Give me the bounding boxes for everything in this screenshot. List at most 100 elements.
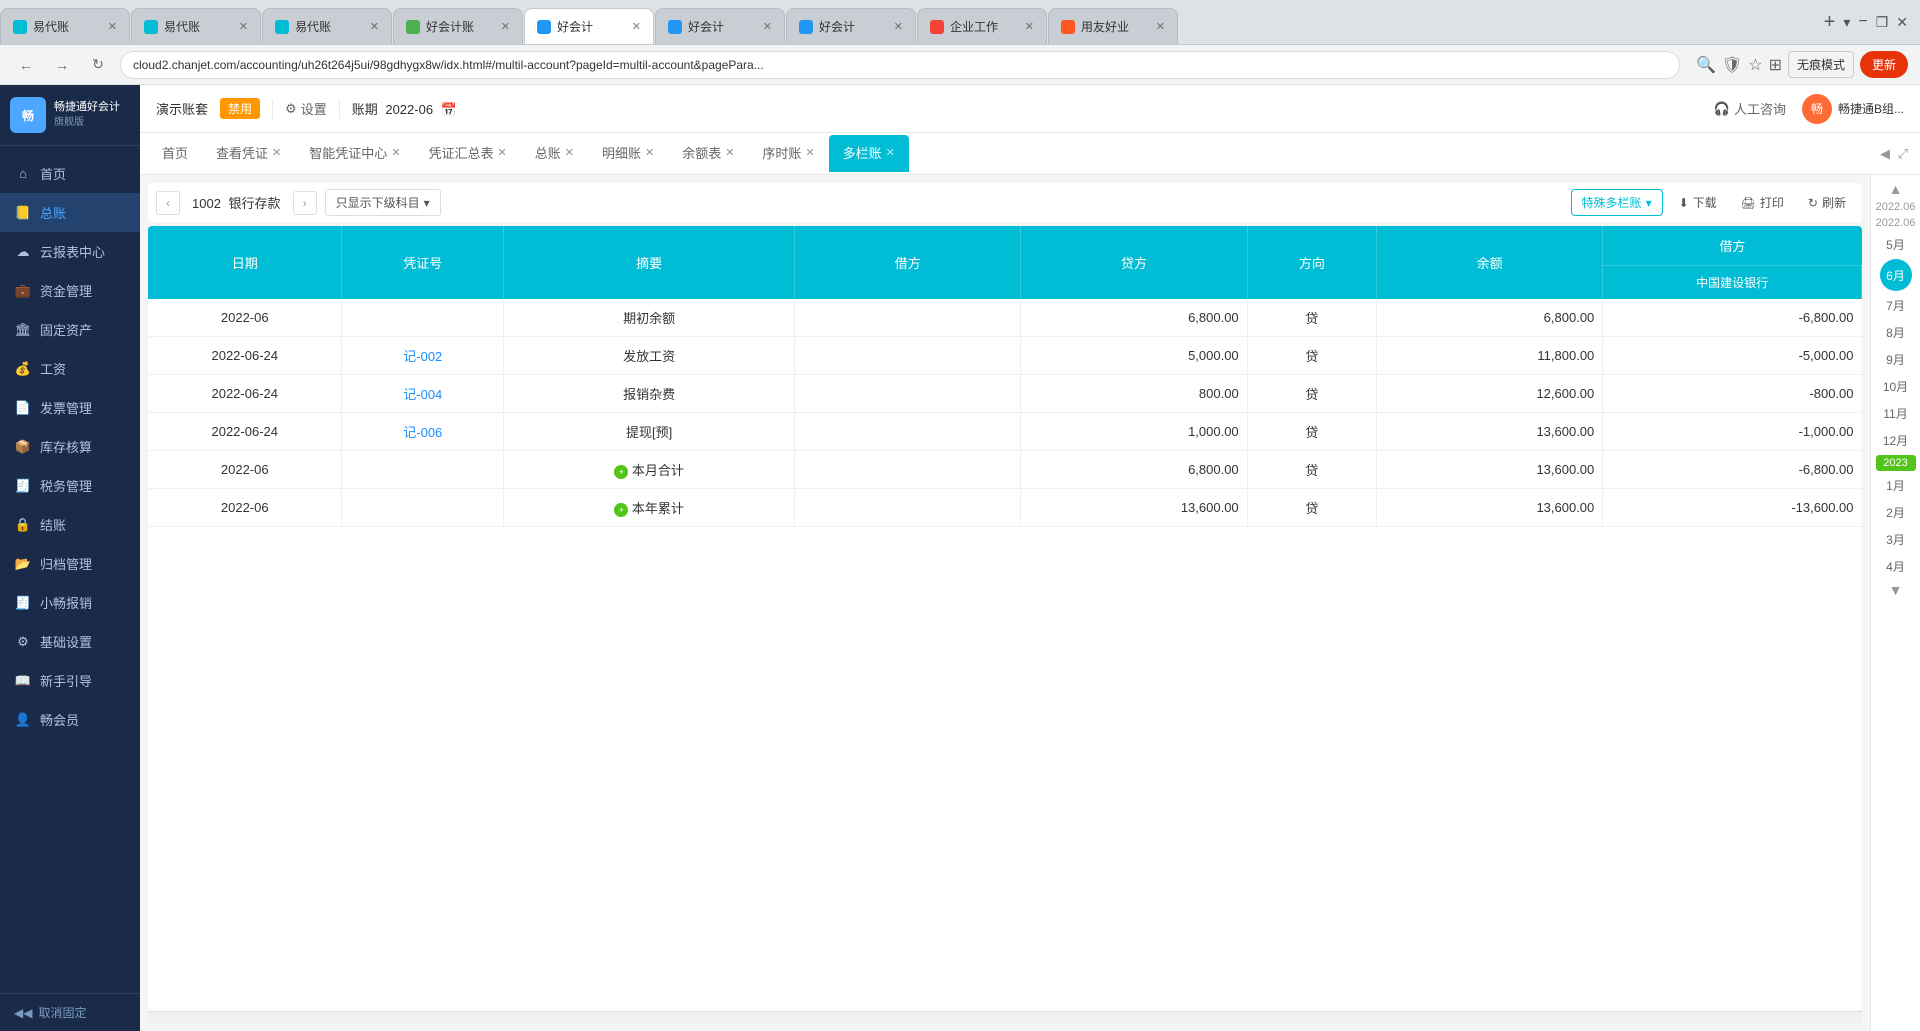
- star-icon[interactable]: ☆: [1748, 55, 1762, 75]
- month-item-8月[interactable]: 8月: [1876, 320, 1916, 345]
- content-tab-detail[interactable]: 明细账 ✕: [588, 135, 668, 172]
- browser-tab-t6[interactable]: 好会计 ✕: [655, 8, 785, 44]
- browser-tab-t4[interactable]: 好会计账 ✕: [393, 8, 523, 44]
- cell-voucher-1[interactable]: 记-002: [342, 337, 504, 375]
- close-btn[interactable]: ✕: [1896, 14, 1908, 31]
- tab-close-icon[interactable]: ✕: [501, 20, 510, 33]
- browser-tab-t7[interactable]: 好会计 ✕: [786, 8, 916, 44]
- month-item-12月[interactable]: 12月: [1876, 428, 1916, 453]
- account-prev-btn[interactable]: ‹: [156, 191, 180, 215]
- content-tab-close-sequence[interactable]: ✕: [805, 146, 814, 159]
- download-btn[interactable]: ⬇ 下载: [1671, 190, 1725, 215]
- update-btn[interactable]: 更新: [1860, 51, 1908, 78]
- content-tab-close-balance[interactable]: ✕: [725, 146, 734, 159]
- tab-close-icon[interactable]: ✕: [894, 20, 903, 33]
- maximize-btn[interactable]: ❐: [1876, 14, 1889, 31]
- reload-btn[interactable]: ↻: [84, 51, 112, 79]
- tab-close-icon[interactable]: ✕: [1156, 20, 1165, 33]
- shield-icon[interactable]: 🛡: [1722, 55, 1742, 75]
- tab-close-icon[interactable]: ✕: [763, 20, 772, 33]
- sidebar-item-home[interactable]: ⌂ 首页: [0, 154, 140, 193]
- month-item-5月[interactable]: 5月: [1876, 232, 1916, 257]
- sidebar-item-expense[interactable]: 🧾 小畅报销: [0, 583, 140, 622]
- support-btn[interactable]: 🎧 人工咨询: [1714, 99, 1786, 118]
- tab-close-icon[interactable]: ✕: [239, 20, 248, 33]
- month-scroll-down[interactable]: ▼: [1880, 580, 1912, 600]
- month-item-7月[interactable]: 7月: [1876, 293, 1916, 318]
- address-bar-row: ← → ↻ 🔍 🛡 ☆ ⊞ 无痕模式 更新: [0, 45, 1920, 85]
- user-avatar[interactable]: 畅: [1802, 94, 1832, 124]
- address-input[interactable]: [120, 51, 1680, 79]
- tab-close-icon[interactable]: ✕: [632, 20, 641, 33]
- account-next-btn[interactable]: ›: [293, 191, 317, 215]
- refresh-btn[interactable]: ↻ 刷新: [1800, 190, 1854, 215]
- month-year-2023[interactable]: 2023: [1876, 455, 1916, 471]
- browser-tab-t1[interactable]: 易代账 ✕: [0, 8, 130, 44]
- tab-close-icon[interactable]: ✕: [370, 20, 379, 33]
- content-tab-close-summary[interactable]: ✕: [498, 146, 507, 159]
- content-tab-vouchers[interactable]: 查看凭证 ✕: [202, 135, 295, 172]
- calendar-icon[interactable]: 📅: [441, 102, 457, 117]
- month-item-2023-2月[interactable]: 2月: [1876, 500, 1916, 525]
- browser-tab-t9[interactable]: 用友好业 ✕: [1048, 8, 1178, 44]
- settings-btn[interactable]: ⚙ 设置: [285, 99, 327, 118]
- sidebar-item-payroll[interactable]: 💰 工资: [0, 349, 140, 388]
- filter-btn[interactable]: 只显示下级科目 ▾: [325, 189, 441, 216]
- sidebar-item-ledger[interactable]: 📒 总账: [0, 193, 140, 232]
- cell-voucher-3[interactable]: 记-006: [342, 413, 504, 451]
- month-item-10月[interactable]: 10月: [1876, 374, 1916, 399]
- sidebar-item-funds[interactable]: 💼 资金管理: [0, 271, 140, 310]
- content-tab-close-vouchers[interactable]: ✕: [272, 146, 281, 159]
- sidebar-item-member[interactable]: 👤 畅会员: [0, 700, 140, 739]
- month-scroll-up[interactable]: ▲: [1880, 179, 1912, 199]
- month-item-2023-3月[interactable]: 3月: [1876, 527, 1916, 552]
- sidebar-item-archive[interactable]: 📂 归档管理: [0, 544, 140, 583]
- content-tab-multi[interactable]: 多栏账 ✕: [829, 135, 909, 172]
- cell-voucher-2[interactable]: 记-004: [342, 375, 504, 413]
- tab-close-icon[interactable]: ✕: [108, 20, 117, 33]
- content-tab-sequence[interactable]: 序时账 ✕: [748, 135, 828, 172]
- content-tab-close-multi[interactable]: ✕: [886, 146, 895, 159]
- month-item-2023-4月[interactable]: 4月: [1876, 554, 1916, 579]
- extension-icon[interactable]: ⊞: [1769, 55, 1782, 75]
- tab-close-icon[interactable]: ✕: [1025, 20, 1034, 33]
- bottom-scrollbar[interactable]: [148, 1011, 1862, 1023]
- demo-badge-btn[interactable]: 禁用: [220, 98, 260, 119]
- sidebar-item-invoice[interactable]: 📄 发票管理: [0, 388, 140, 427]
- month-item-9月[interactable]: 9月: [1876, 347, 1916, 372]
- tab-new-btn[interactable]: +: [1824, 12, 1836, 32]
- browser-tab-t2[interactable]: 易代账 ✕: [131, 8, 261, 44]
- month-item-active[interactable]: 6月: [1880, 259, 1912, 291]
- sidebar-item-tax[interactable]: 🧾 税务管理: [0, 466, 140, 505]
- month-item-11月[interactable]: 11月: [1876, 401, 1916, 426]
- browser-tab-t3[interactable]: 易代账 ✕: [262, 8, 392, 44]
- sidebar-item-reports[interactable]: ☁ 云报表中心: [0, 232, 140, 271]
- sidebar-item-closing[interactable]: 🔒 结账: [0, 505, 140, 544]
- browser-tab-t5[interactable]: 好会计 ✕: [524, 8, 654, 44]
- sidebar-item-settings[interactable]: ⚙ 基础设置: [0, 622, 140, 661]
- content-tab-general[interactable]: 总账 ✕: [521, 135, 588, 172]
- special-multi-btn[interactable]: 特殊多栏账 ▾: [1571, 189, 1663, 216]
- browser-tab-t8[interactable]: 企业工作 ✕: [917, 8, 1047, 44]
- forward-btn[interactable]: →: [48, 51, 76, 79]
- search-icon[interactable]: 🔍: [1696, 55, 1716, 75]
- sidebar-item-assets[interactable]: 🏛 固定资产: [0, 310, 140, 349]
- incognito-mode-btn[interactable]: 无痕模式: [1788, 51, 1854, 78]
- content-tab-smart[interactable]: 智能凭证中心 ✕: [295, 135, 414, 172]
- tab-list-btn[interactable]: ▾: [1843, 14, 1850, 31]
- minimize-btn[interactable]: −: [1858, 14, 1867, 30]
- content-tab-close-detail[interactable]: ✕: [645, 146, 654, 159]
- content-tab-summary[interactable]: 凭证汇总表 ✕: [414, 135, 520, 172]
- month-item-2023-1月[interactable]: 1月: [1876, 473, 1916, 498]
- content-tab-balance[interactable]: 余额表 ✕: [668, 135, 748, 172]
- content-tab-close-general[interactable]: ✕: [565, 146, 574, 159]
- content-tab-close-smart[interactable]: ✕: [391, 146, 400, 159]
- sidebar-footer-btn[interactable]: ◀◀ 取消固定: [0, 993, 140, 1031]
- print-btn[interactable]: 🖨 打印: [1733, 190, 1792, 215]
- back-btn[interactable]: ←: [12, 51, 40, 79]
- sidebar-item-guide[interactable]: 📖 新手引导: [0, 661, 140, 700]
- content-tab-home[interactable]: 首页: [148, 135, 202, 172]
- expand-icon[interactable]: ⤢: [1898, 146, 1908, 161]
- sidebar-item-inventory[interactable]: 📦 库存核算: [0, 427, 140, 466]
- tab-collapse-btn[interactable]: ◀ ⤢: [1876, 142, 1912, 166]
